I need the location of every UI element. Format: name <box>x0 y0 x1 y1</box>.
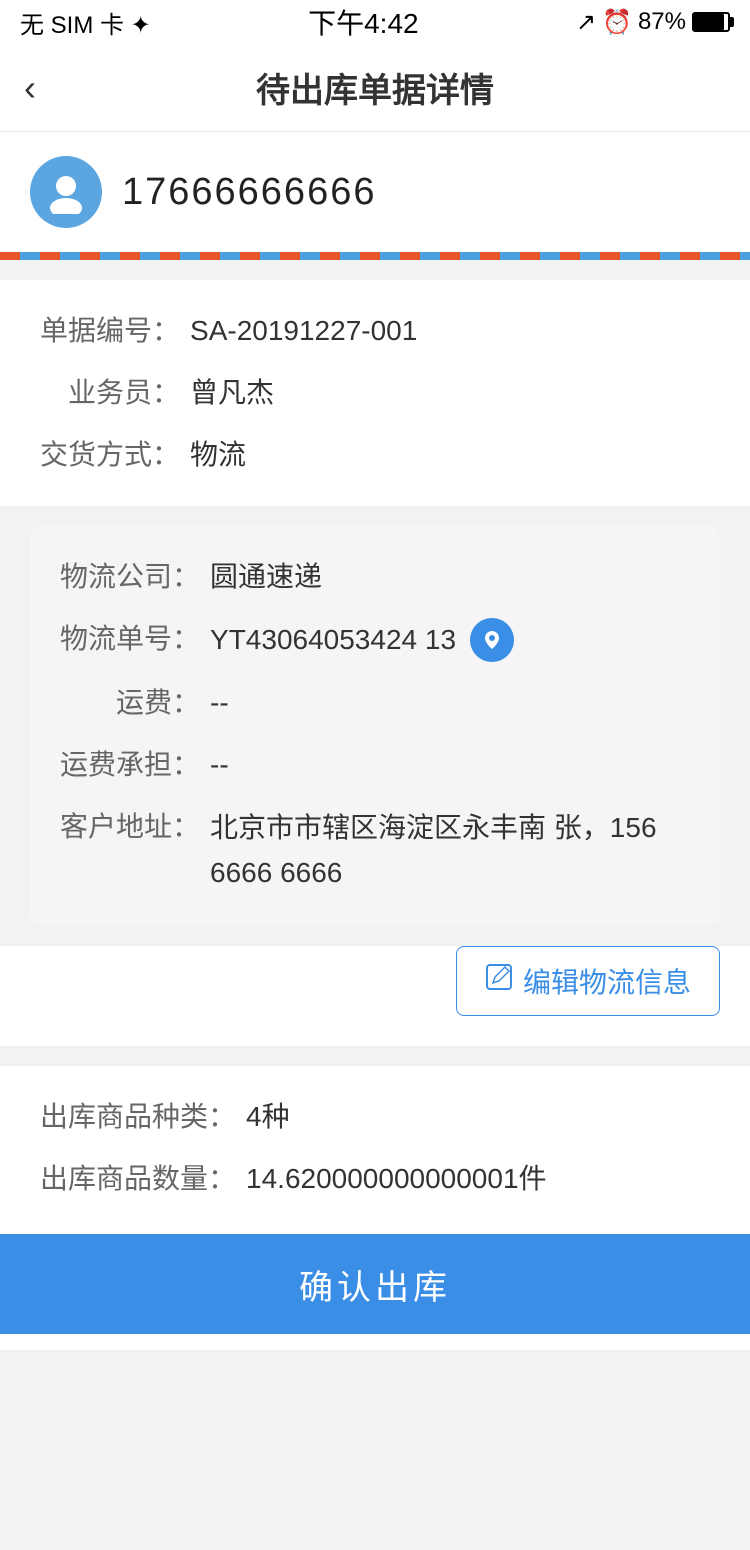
avatar <box>30 156 102 228</box>
customer-phone: 17666666666 <box>122 171 376 214</box>
logistics-freight-bearer-row: 运费承担： -- <box>60 744 690 786</box>
logistics-freight-bearer-value: -- <box>210 744 690 786</box>
pin-svg <box>481 629 503 651</box>
product-section: 出库商品种类： 4种 出库商品数量： 14.620000000000001件 <box>0 1066 750 1230</box>
sales-person-row: 业务员： 曾凡杰 <box>40 372 710 414</box>
status-left: 无 SIM 卡 ✦ <box>20 5 151 40</box>
status-time: 下午4:42 <box>308 2 419 42</box>
product-quantity-label: 出库商品数量： <box>40 1158 236 1200</box>
edit-logistics-button[interactable]: 编辑物流信息 <box>456 946 720 1016</box>
edit-logistics-label: 编辑物流信息 <box>523 961 691 1001</box>
logistics-address-row: 客户地址： 北京市市辖区海淀区永丰南 张，156 6666 6666 <box>60 806 690 896</box>
product-type-row: 出库商品种类： 4种 <box>40 1096 710 1138</box>
back-button[interactable]: ‹ <box>24 67 36 109</box>
battery-text: 87% <box>638 8 686 36</box>
battery-icon <box>692 12 730 32</box>
logistics-address-value: 北京市市辖区海淀区永丰南 张，156 6666 6666 <box>210 806 690 896</box>
logistics-freight-value: -- <box>210 682 690 724</box>
dashed-divider <box>0 252 750 260</box>
logistics-company-row: 物流公司： 圆通速递 <box>60 556 690 598</box>
customer-card: 17666666666 <box>0 132 750 252</box>
edit-icon <box>485 963 513 998</box>
location-icon: ↗ <box>576 8 596 37</box>
delivery-method-label: 交货方式： <box>40 434 180 476</box>
nav-bar: ‹ 待出库单据详情 <box>0 44 750 132</box>
confirm-btn-bar[interactable]: 确认出库 <box>0 1234 750 1334</box>
logistics-company-value: 圆通速递 <box>210 556 690 598</box>
delivery-method-value: 物流 <box>190 434 710 476</box>
delivery-method-row: 交货方式： 物流 <box>40 434 710 476</box>
logistics-address-label: 客户地址： <box>60 806 200 848</box>
edit-btn-wrap: 编辑物流信息 <box>0 946 750 1046</box>
document-number-label: 单据编号： <box>40 310 180 352</box>
status-bar: 无 SIM 卡 ✦ 下午4:42 ↗ ⏰ 87% <box>0 0 750 44</box>
location-pin-icon[interactable] <box>470 618 514 662</box>
logistics-freight-row: 运费： -- <box>60 682 690 724</box>
document-number-row: 单据编号： SA-20191227-001 <box>40 310 710 352</box>
sim-text: 无 SIM 卡 ✦ <box>20 5 151 40</box>
confirm-btn-text: 确认出库 <box>299 1260 451 1309</box>
section-divider-1 <box>0 1046 750 1066</box>
logistics-card: 物流公司： 圆通速递 物流单号： YT43064053424 13 运费： --… <box>30 526 720 926</box>
logistics-company-label: 物流公司： <box>60 556 200 598</box>
logistics-freight-bearer-label: 运费承担： <box>60 744 200 786</box>
alarm-icon: ⏰ <box>602 8 632 37</box>
sales-person-label: 业务员： <box>40 372 180 414</box>
sales-person-value: 曾凡杰 <box>190 372 710 414</box>
bottom-spacer <box>0 1350 750 1550</box>
product-type-label: 出库商品种类： <box>40 1096 236 1138</box>
product-quantity-value: 14.620000000000001件 <box>246 1158 710 1200</box>
document-number-value: SA-20191227-001 <box>190 310 710 352</box>
product-quantity-row: 出库商品数量： 14.620000000000001件 <box>40 1158 710 1200</box>
product-type-value: 4种 <box>246 1096 710 1138</box>
logistics-tracking-value: YT43064053424 13 <box>210 618 690 662</box>
page-title: 待出库单据详情 <box>256 63 494 112</box>
order-info-section: 单据编号： SA-20191227-001 业务员： 曾凡杰 交货方式： 物流 <box>0 280 750 506</box>
logistics-freight-label: 运费： <box>60 682 200 724</box>
logistics-tracking-label: 物流单号： <box>60 618 200 660</box>
user-icon <box>44 170 88 214</box>
logistics-tracking-row: 物流单号： YT43064053424 13 <box>60 618 690 662</box>
status-right: ↗ ⏰ 87% <box>576 8 730 37</box>
